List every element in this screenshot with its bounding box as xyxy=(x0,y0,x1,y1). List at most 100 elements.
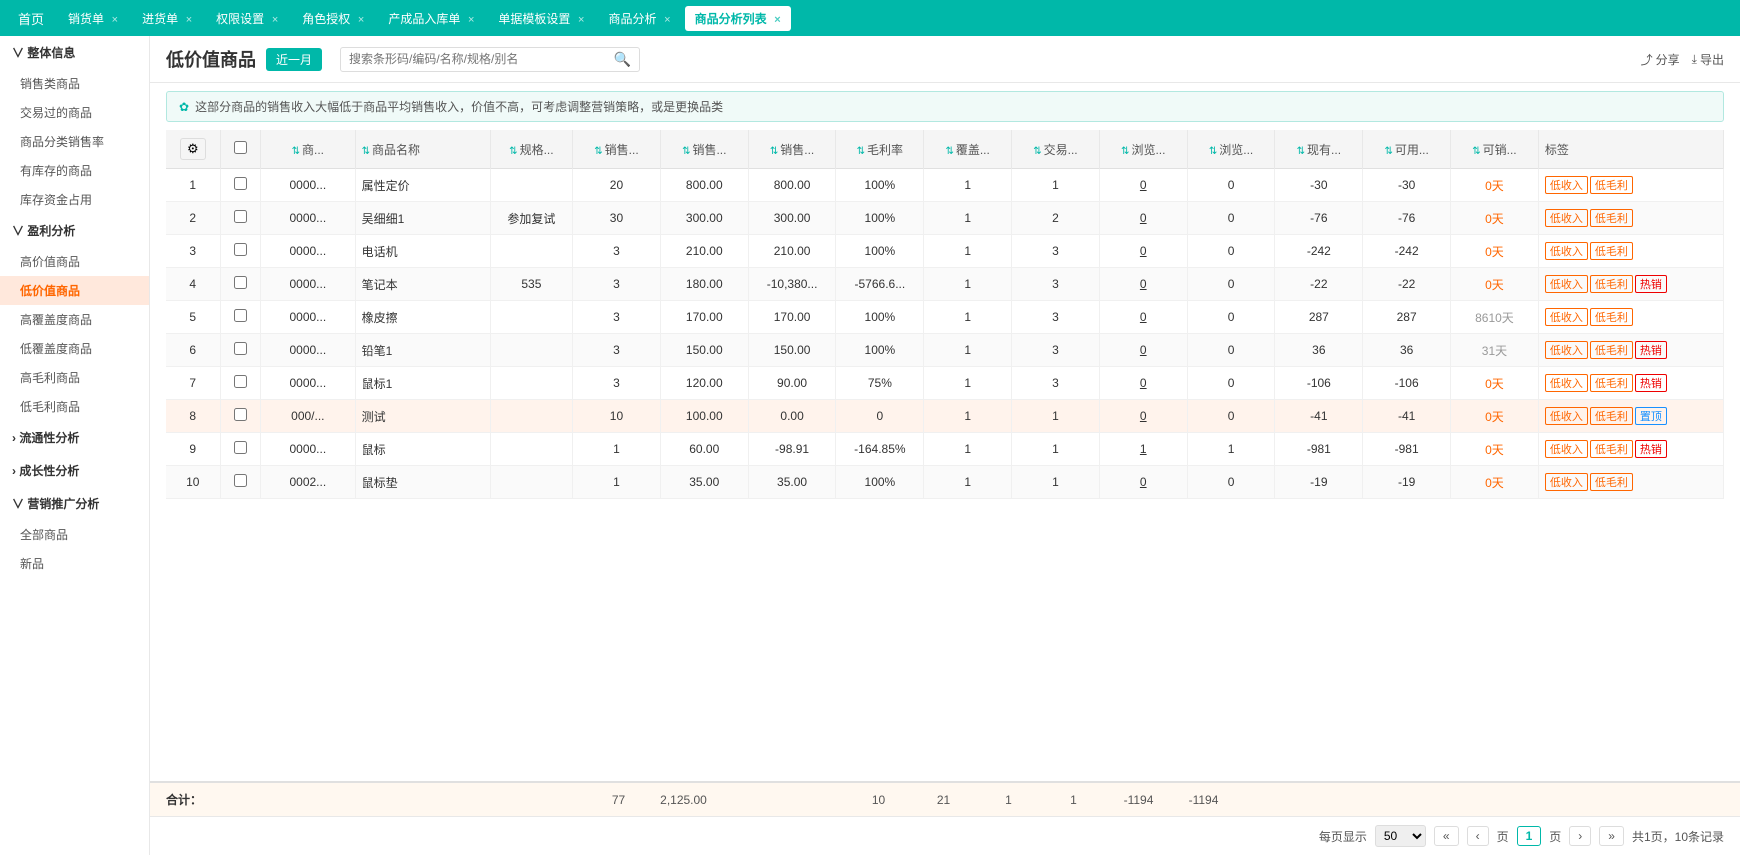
nav-roles[interactable]: 角色授权 × xyxy=(292,6,374,31)
row-checkbox[interactable] xyxy=(220,268,261,301)
sidebar-item-new-products[interactable]: 新品 xyxy=(0,549,149,578)
page-size-select[interactable]: 50 100 200 xyxy=(1375,825,1426,847)
share-button[interactable]: ⤴ 分享 xyxy=(1641,51,1680,68)
nav-template[interactable]: 单据模板设置 × xyxy=(488,6,594,31)
col-header-coverage[interactable]: ⇅覆盖... xyxy=(924,130,1012,169)
row-checkbox[interactable] xyxy=(220,202,261,235)
row-browse1[interactable]: 0 xyxy=(1099,268,1187,301)
settings-gear-button[interactable]: ⚙ xyxy=(180,138,206,160)
row-select-checkbox[interactable] xyxy=(234,210,247,223)
current-page-number[interactable]: 1 xyxy=(1517,826,1542,846)
row-select-checkbox[interactable] xyxy=(234,342,247,355)
nav-permissions[interactable]: 权限设置 × xyxy=(206,6,288,31)
export-button[interactable]: ⤓ 导出 xyxy=(1692,51,1724,68)
col-header-sale-qty[interactable]: ⇅销售... xyxy=(573,130,661,169)
sidebar-section-marketing[interactable]: ∨ 营销推广分析 xyxy=(0,487,149,520)
row-checkbox[interactable] xyxy=(220,301,261,334)
last-page-button[interactable]: » xyxy=(1599,826,1624,846)
nav-analysis-list[interactable]: 商品分析列表 × xyxy=(685,6,791,31)
col-header-gross-rate[interactable]: ⇅毛利率 xyxy=(836,130,924,169)
row-tags: 低收入低毛利置顶 xyxy=(1538,400,1723,433)
prev-page-button[interactable]: ‹ xyxy=(1467,826,1489,846)
row-code: 000/... xyxy=(261,400,356,433)
sidebar-item-high-margin[interactable]: 高毛利商品 xyxy=(0,363,149,392)
sidebar-item-in-stock[interactable]: 有库存的商品 xyxy=(0,156,149,185)
col-header-settings[interactable]: ⚙ xyxy=(166,130,220,169)
sidebar-item-traded[interactable]: 交易过的商品 xyxy=(0,98,149,127)
row-number: 2 xyxy=(166,202,220,235)
row-browse1[interactable]: 0 xyxy=(1099,400,1187,433)
row-browse1[interactable]: 0 xyxy=(1099,235,1187,268)
row-name: 笔记本 xyxy=(355,268,490,301)
row-day: 0天 xyxy=(1451,367,1539,400)
row-select-checkbox[interactable] xyxy=(234,474,247,487)
search-input[interactable] xyxy=(349,52,614,66)
row-select-checkbox[interactable] xyxy=(234,243,247,256)
sidebar-section-circulation[interactable]: › 流通性分析 xyxy=(0,421,149,454)
col-header-sale-amt[interactable]: ⇅销售... xyxy=(660,130,748,169)
col-header-transactions[interactable]: ⇅交易... xyxy=(1012,130,1100,169)
col-header-sale-val[interactable]: ⇅销售... xyxy=(748,130,836,169)
row-day: 0天 xyxy=(1451,400,1539,433)
filter-recent-month-button[interactable]: 近一月 xyxy=(266,48,322,71)
footer-avail: -1194 xyxy=(1171,793,1236,807)
row-select-checkbox[interactable] xyxy=(234,276,247,289)
col-header-checkbox[interactable] xyxy=(220,130,261,169)
page-size-label: 每页显示 xyxy=(1319,828,1367,845)
row-browse1[interactable]: 0 xyxy=(1099,301,1187,334)
sidebar-item-low-value[interactable]: 低价值商品 xyxy=(0,276,149,305)
sidebar-item-category-rate[interactable]: 商品分类销售率 xyxy=(0,127,149,156)
top-navigation: 首页 销货单 × 进货单 × 权限设置 × 角色授权 × 产成品入库单 × 单据… xyxy=(0,0,1740,36)
select-all-checkbox[interactable] xyxy=(234,141,247,154)
sidebar-section-growth[interactable]: › 成长性分析 xyxy=(0,454,149,487)
sidebar-item-low-margin[interactable]: 低毛利商品 xyxy=(0,392,149,421)
sidebar-section-profit[interactable]: ∨ 盈利分析 xyxy=(0,214,149,247)
nav-sales[interactable]: 销货单 × xyxy=(58,6,128,31)
sidebar-item-all-products[interactable]: 全部商品 xyxy=(0,520,149,549)
col-header-spec[interactable]: ⇅规格... xyxy=(490,130,572,169)
nav-purchase[interactable]: 进货单 × xyxy=(132,6,202,31)
row-day: 31天 xyxy=(1451,334,1539,367)
sidebar-item-high-coverage[interactable]: 高覆盖度商品 xyxy=(0,305,149,334)
col-header-browse1[interactable]: ⇅浏览... xyxy=(1099,130,1187,169)
sidebar-item-high-value[interactable]: 高价值商品 xyxy=(0,247,149,276)
row-browse1[interactable]: 0 xyxy=(1099,334,1187,367)
row-sale-val: 150.00 xyxy=(748,334,836,367)
next-page-button[interactable]: › xyxy=(1569,826,1591,846)
row-checkbox[interactable] xyxy=(220,400,261,433)
col-header-sellable[interactable]: ⇅可销... xyxy=(1451,130,1539,169)
sidebar-item-low-coverage[interactable]: 低覆盖度商品 xyxy=(0,334,149,363)
row-select-checkbox[interactable] xyxy=(234,177,247,190)
col-header-available[interactable]: ⇅可用... xyxy=(1363,130,1451,169)
col-header-name[interactable]: ⇅商品名称 xyxy=(355,130,490,169)
nav-analysis[interactable]: 商品分析 × xyxy=(598,6,680,31)
col-header-browse2[interactable]: ⇅浏览... xyxy=(1187,130,1275,169)
row-browse1[interactable]: 0 xyxy=(1099,466,1187,499)
page-label2: 页 xyxy=(1549,828,1561,845)
row-checkbox[interactable] xyxy=(220,235,261,268)
row-browse1[interactable]: 0 xyxy=(1099,367,1187,400)
row-browse1[interactable]: 0 xyxy=(1099,202,1187,235)
nav-home[interactable]: 首页 xyxy=(8,5,54,32)
first-page-button[interactable]: « xyxy=(1434,826,1459,846)
col-header-stock[interactable]: ⇅现有... xyxy=(1275,130,1363,169)
row-checkbox[interactable] xyxy=(220,367,261,400)
row-select-checkbox[interactable] xyxy=(234,375,247,388)
nav-stock[interactable]: 产成品入库单 × xyxy=(378,6,484,31)
row-checkbox[interactable] xyxy=(220,169,261,202)
row-checkbox[interactable] xyxy=(220,433,261,466)
row-browse1[interactable]: 0 xyxy=(1099,169,1187,202)
sidebar-item-inventory-capital[interactable]: 库存资金占用 xyxy=(0,185,149,214)
row-select-checkbox[interactable] xyxy=(234,309,247,322)
row-browse1[interactable]: 1 xyxy=(1099,433,1187,466)
row-transactions: 3 xyxy=(1012,268,1100,301)
row-checkbox[interactable] xyxy=(220,466,261,499)
col-header-code[interactable]: ⇅商... xyxy=(261,130,356,169)
sidebar-item-sales-products[interactable]: 销售类商品 xyxy=(0,69,149,98)
sidebar-section-overall[interactable]: ∨ 整体信息 xyxy=(0,36,149,69)
row-name: 属性定价 xyxy=(355,169,490,202)
row-select-checkbox[interactable] xyxy=(234,408,247,421)
row-checkbox[interactable] xyxy=(220,334,261,367)
row-select-checkbox[interactable] xyxy=(234,441,247,454)
search-icon[interactable]: 🔍 xyxy=(614,51,631,68)
